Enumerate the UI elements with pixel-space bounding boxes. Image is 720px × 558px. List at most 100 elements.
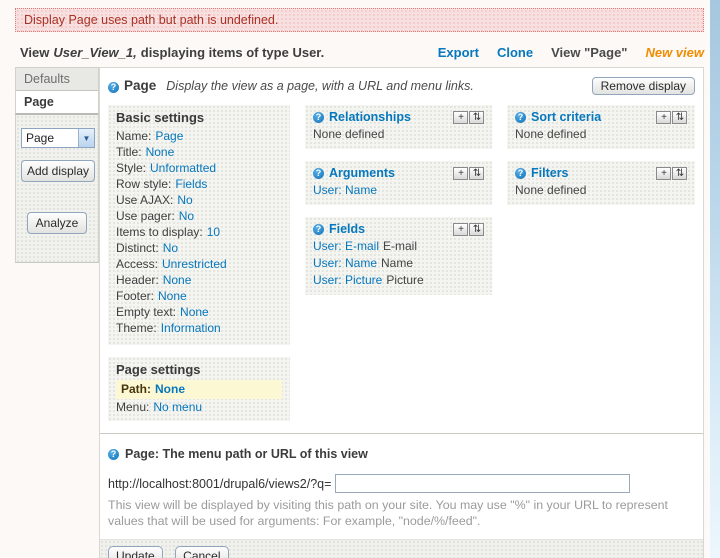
setting-row-footer: Footer: None xyxy=(116,288,282,304)
menu-label: Menu: xyxy=(116,400,150,414)
help-icon[interactable]: ? xyxy=(313,223,324,235)
path-label: Path: xyxy=(121,382,151,396)
update-button[interactable]: Update xyxy=(108,546,163,558)
settings-column-3: ? Sort criteria + ⇅ None defined ? Filte… xyxy=(507,105,695,421)
content-area: Defaults Page Page ▼ Add display Analyze… xyxy=(15,67,704,558)
page-edge-gradient xyxy=(707,0,720,558)
basic-settings-box: Basic settings Name: Page Title: None Styl… xyxy=(108,105,290,345)
form-title: Page: The menu path or URL of this view xyxy=(125,447,368,461)
setting-row-access: Access: Unrestricted xyxy=(116,256,282,272)
setting-label: Style: xyxy=(116,161,147,175)
arguments-title-link[interactable]: Arguments xyxy=(329,166,453,180)
help-icon[interactable]: ? xyxy=(108,448,119,460)
rearrange-icon[interactable]: ⇅ xyxy=(469,166,484,180)
setting-row-items: Items to display: 10 xyxy=(116,224,282,240)
setting-row-use-ajax: Use AJAX: No xyxy=(116,192,282,208)
error-message: Display Page uses path but path is undef… xyxy=(15,8,704,32)
fields-box: ? Fields + ⇅ User: E-mail E-mail User: Na… xyxy=(305,217,492,295)
setting-value-link[interactable]: None xyxy=(158,289,187,303)
help-icon[interactable]: ? xyxy=(108,82,119,93)
setting-value-link[interactable]: Page xyxy=(155,129,183,143)
display-description: Display the view as a page, with a URL a… xyxy=(166,79,474,93)
display-header: ? Page Display the view as a page, with … xyxy=(100,68,703,103)
display-title: Page xyxy=(124,78,157,93)
analyze-button[interactable]: Analyze xyxy=(26,212,88,234)
add-icon[interactable]: + xyxy=(453,110,468,124)
setting-label: Name: xyxy=(116,129,152,143)
argument-item: User: Name xyxy=(313,182,484,199)
display-type-select[interactable]: Page ▼ xyxy=(21,128,95,148)
setting-value-link[interactable]: None xyxy=(180,305,209,319)
add-icon[interactable]: + xyxy=(656,110,671,124)
new-view-link[interactable]: New view xyxy=(645,45,704,60)
setting-value-link[interactable]: No xyxy=(163,241,178,255)
form-description: This view will be displayed by visiting … xyxy=(108,498,668,528)
add-icon[interactable]: + xyxy=(453,166,468,180)
setting-label: Row style: xyxy=(116,177,172,191)
relationships-box: ? Relationships + ⇅ None defined xyxy=(305,105,492,149)
setting-row-theme: Theme: Information xyxy=(116,320,282,336)
setting-value-link[interactable]: Unrestricted xyxy=(162,257,227,271)
display-settings-panel: ? Page Display the view as a page, with … xyxy=(99,67,704,558)
setting-label: Items to display: xyxy=(116,225,203,239)
setting-value-link[interactable]: Fields xyxy=(175,177,207,191)
add-icon[interactable]: + xyxy=(656,166,671,180)
setting-value-link[interactable]: No xyxy=(179,209,194,223)
setting-value-link[interactable]: No xyxy=(177,193,192,207)
rearrange-icon[interactable]: ⇅ xyxy=(469,222,484,236)
filters-title-link[interactable]: Filters xyxy=(531,166,656,180)
rearrange-icon[interactable]: ⇅ xyxy=(469,110,484,124)
setting-row-header: Header: None xyxy=(116,272,282,288)
setting-value-link[interactable]: 10 xyxy=(207,225,220,239)
path-input[interactable] xyxy=(335,474,631,493)
view-name: User_View_1, xyxy=(53,45,137,60)
setting-row-empty-text: Empty text: None xyxy=(116,304,282,320)
menu-value-link[interactable]: No menu xyxy=(153,400,202,414)
fields-title-link[interactable]: Fields xyxy=(329,222,453,236)
view-title: View User_View_1, displaying items of type… xyxy=(20,45,324,60)
setting-value-link[interactable]: None xyxy=(146,145,175,159)
field-link[interactable]: User: Name xyxy=(313,256,377,270)
tab-defaults[interactable]: Defaults xyxy=(15,67,99,91)
export-link[interactable]: Export xyxy=(438,45,479,60)
cancel-button[interactable]: Cancel xyxy=(175,546,229,558)
field-item: User: Picture Picture xyxy=(313,272,484,289)
setting-row-style: Style: Unformatted xyxy=(116,160,282,176)
setting-row-distinct: Distinct: No xyxy=(116,240,282,256)
argument-link[interactable]: User: Name xyxy=(313,183,377,197)
field-link[interactable]: User: Picture xyxy=(313,273,382,287)
view-page-link[interactable]: View "Page" xyxy=(551,45,627,60)
relationships-title-link[interactable]: Relationships xyxy=(329,110,453,124)
path-value-link[interactable]: None xyxy=(155,382,185,396)
field-label-suffix: E-mail xyxy=(383,239,418,253)
field-label-suffix: Picture xyxy=(386,273,424,287)
setting-value-link[interactable]: Information xyxy=(161,321,221,335)
help-icon[interactable]: ? xyxy=(515,111,526,123)
chevron-down-icon: ▼ xyxy=(78,129,94,147)
url-prefix: http://localhost:8001/drupal6/views2/?q= xyxy=(108,476,332,491)
form-title-row: ? Page: The menu path or URL of this vie… xyxy=(108,447,693,461)
help-icon[interactable]: ? xyxy=(313,111,324,123)
basic-settings-title: Basic settings xyxy=(116,110,205,125)
rearrange-icon[interactable]: ⇅ xyxy=(672,166,687,180)
setting-label: Access: xyxy=(116,257,159,271)
arguments-box: ? Arguments + ⇅ User: Name xyxy=(305,161,492,205)
add-display-button[interactable]: Add display xyxy=(21,160,95,182)
help-icon[interactable]: ? xyxy=(515,167,526,179)
setting-value-link[interactable]: Unformatted xyxy=(150,161,216,175)
help-icon[interactable]: ? xyxy=(313,167,324,179)
field-item: User: E-mail E-mail xyxy=(313,238,484,255)
sort-criteria-empty-text: None defined xyxy=(515,127,587,141)
sort-criteria-box: ? Sort criteria + ⇅ None defined xyxy=(507,105,695,149)
rearrange-icon[interactable]: ⇅ xyxy=(672,110,687,124)
view-header-links: Export Clone View "Page" New view xyxy=(438,45,704,60)
remove-display-button[interactable]: Remove display xyxy=(591,77,695,95)
add-icon[interactable]: + xyxy=(453,222,468,236)
clone-link[interactable]: Clone xyxy=(497,45,533,60)
path-config-form: ? Page: The menu path or URL of this vie… xyxy=(100,433,703,558)
setting-value-link[interactable]: None xyxy=(163,273,192,287)
tab-page[interactable]: Page xyxy=(15,91,99,115)
sort-criteria-title-link[interactable]: Sort criteria xyxy=(531,110,656,124)
form-buttons-bar: Update Cancel xyxy=(100,539,703,558)
field-link[interactable]: User: E-mail xyxy=(313,239,379,253)
